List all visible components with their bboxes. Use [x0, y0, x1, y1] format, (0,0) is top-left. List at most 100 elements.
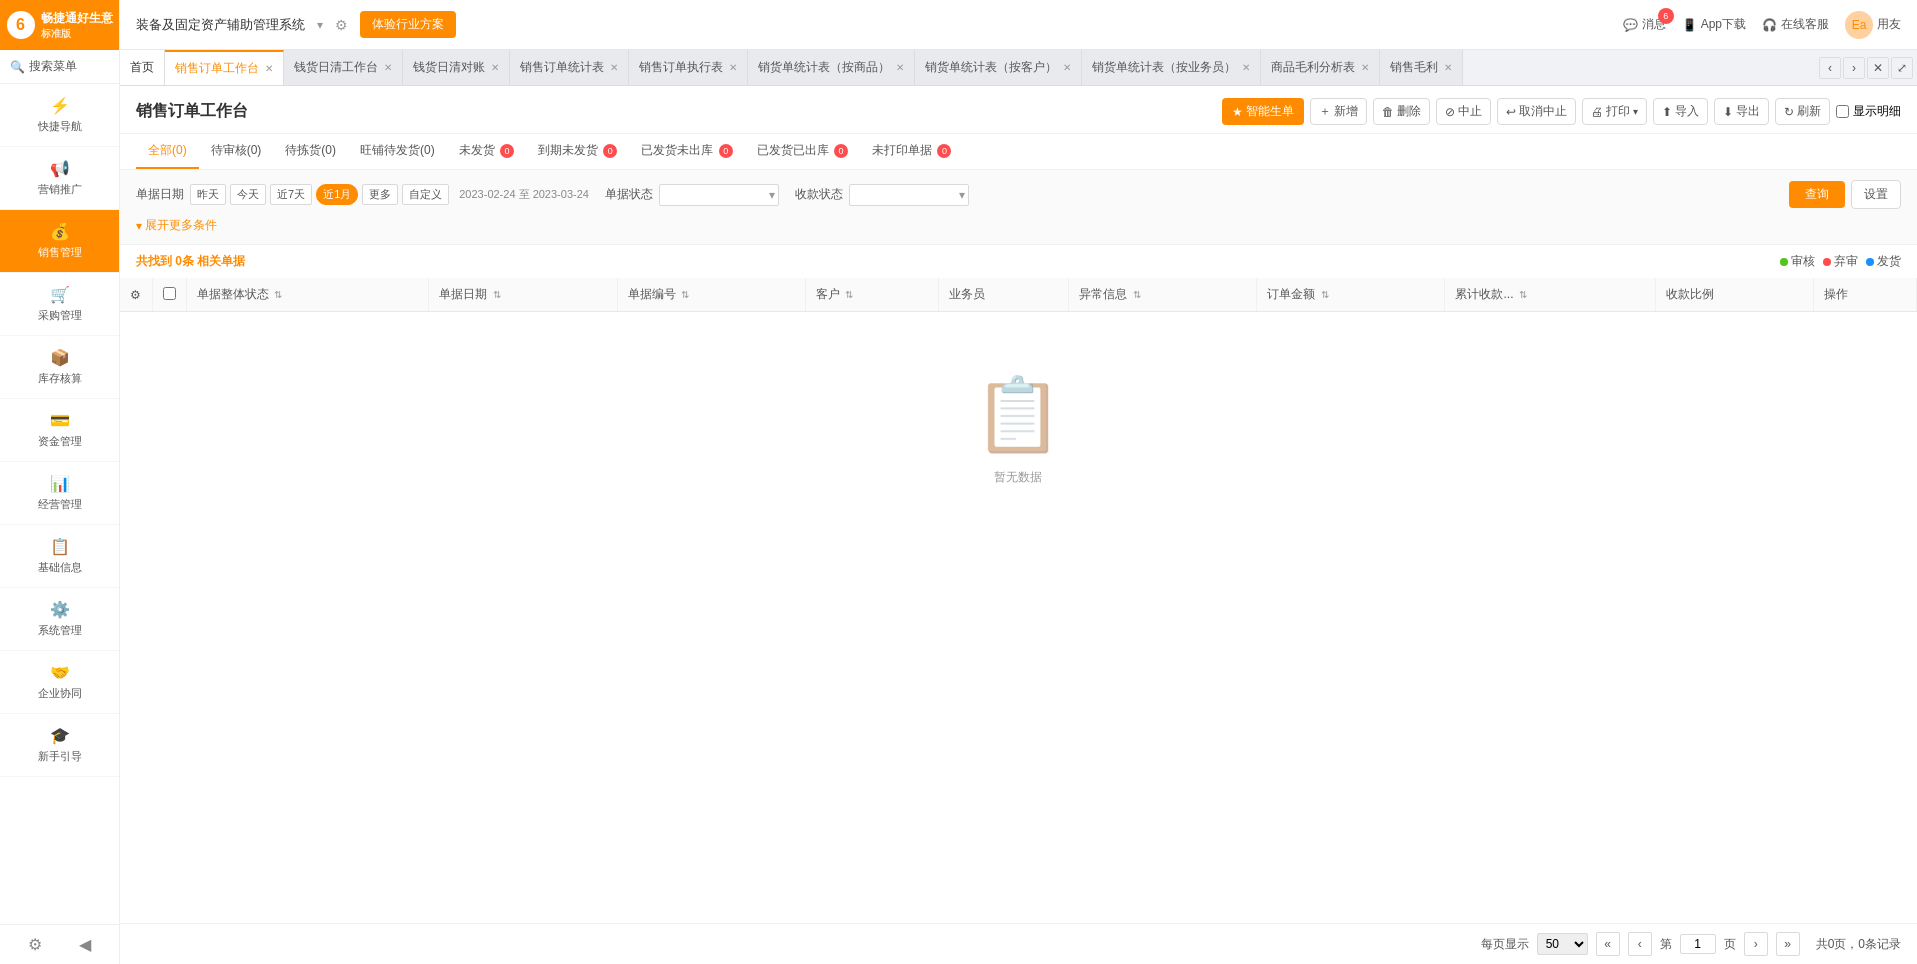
app-download-item[interactable]: 📱 App下载: [1682, 16, 1746, 33]
tab-sales-exec[interactable]: 销售订单执行表 ✕: [629, 50, 748, 86]
tab-cash-reconcile-close[interactable]: ✕: [491, 62, 499, 73]
tab-sales-stats-close[interactable]: ✕: [610, 62, 618, 73]
filter-tab-not-shipped[interactable]: 未发货 0: [447, 134, 526, 169]
sidebar-item-base[interactable]: 📋 基础信息: [0, 525, 119, 588]
topbar-settings-icon[interactable]: ⚙: [335, 17, 348, 33]
sidebar-item-marketing[interactable]: 📢 营销推广: [0, 147, 119, 210]
status-select-wrapper: [659, 184, 779, 206]
sidebar-item-purchase[interactable]: 🛒 采购管理: [0, 273, 119, 336]
tab-close-all[interactable]: ✕: [1867, 57, 1889, 79]
tab-sales-sum-customer-close[interactable]: ✕: [1063, 62, 1071, 73]
sidebar-item-system[interactable]: ⚙️ 系统管理: [0, 588, 119, 651]
sort-date-icon[interactable]: ⇅: [493, 289, 501, 300]
tab-sales-sum-staff-close[interactable]: ✕: [1242, 62, 1250, 73]
sort-abnormal-icon[interactable]: ⇅: [1133, 289, 1141, 300]
reject-action[interactable]: 弃审: [1823, 253, 1858, 270]
date-btn-yesterday[interactable]: 昨天: [190, 184, 226, 205]
sort-customer-icon[interactable]: ⇅: [845, 289, 853, 300]
tab-cash-daily[interactable]: 钱货日清工作台 ✕: [284, 50, 403, 86]
filter-tab-shipped-stored[interactable]: 已发货已出库 0: [745, 134, 860, 169]
sort-number-icon[interactable]: ⇅: [681, 289, 689, 300]
show-detail-checkbox[interactable]: [1836, 105, 1849, 118]
cancel-pause-button[interactable]: ↩ 取消中止: [1497, 98, 1576, 125]
first-page-button[interactable]: «: [1596, 932, 1620, 956]
sort-amount-icon[interactable]: ⇅: [1321, 289, 1329, 300]
tab-scroll-left[interactable]: ‹: [1819, 57, 1841, 79]
tab-product-margin-close[interactable]: ✕: [1361, 62, 1369, 73]
receipt-select[interactable]: [849, 184, 969, 206]
status-select[interactable]: [659, 184, 779, 206]
message-icon-item[interactable]: 💬 6 消息: [1623, 16, 1666, 33]
setting-button[interactable]: 设置: [1851, 180, 1901, 209]
sidebar-item-inventory[interactable]: 📦 库存核算: [0, 336, 119, 399]
filter-tab-not-printed[interactable]: 未打印单据 0: [860, 134, 963, 169]
sidebar-item-enterprise[interactable]: 🤝 企业协同: [0, 651, 119, 714]
tab-sales-sum-customer[interactable]: 销货单统计表（按客户） ✕: [915, 50, 1082, 86]
review-action[interactable]: 审核: [1780, 253, 1815, 270]
tab-sales-sum-product-close[interactable]: ✕: [896, 62, 904, 73]
sidebar-item-finance[interactable]: 💳 资金管理: [0, 399, 119, 462]
export-button[interactable]: ⬇ 导出: [1714, 98, 1769, 125]
page-input[interactable]: [1680, 934, 1716, 954]
expand-filter-button[interactable]: ▾ 展开更多条件: [136, 217, 1901, 234]
query-button[interactable]: 查询: [1789, 181, 1845, 208]
filter-tab-all[interactable]: 全部(0): [136, 134, 199, 169]
filter-tab-wangpu-ship[interactable]: 旺铺待发货(0): [348, 134, 447, 169]
ship-action[interactable]: 发货: [1866, 253, 1901, 270]
delete-button[interactable]: 🗑 删除: [1373, 98, 1430, 125]
tab-sales-more-close[interactable]: ✕: [1444, 62, 1452, 73]
next-page-button[interactable]: ›: [1744, 932, 1768, 956]
date-btn-1month[interactable]: 近1月: [316, 184, 358, 205]
tab-sales-workbench-close[interactable]: ✕: [265, 63, 273, 74]
tab-sales-exec-close[interactable]: ✕: [729, 62, 737, 73]
tab-product-margin[interactable]: 商品毛利分析表 ✕: [1261, 50, 1380, 86]
refresh-button[interactable]: ↻ 刷新: [1775, 98, 1830, 125]
col-settings[interactable]: ⚙: [120, 278, 152, 312]
filter-tab-pending-review-label: 待审核(0): [211, 143, 262, 157]
sidebar-item-search[interactable]: 🔍 搜索菜单: [0, 50, 119, 84]
industry-solution-button[interactable]: 体验行业方案: [360, 11, 456, 38]
filter-tab-pending-pickup[interactable]: 待拣货(0): [273, 134, 348, 169]
tab-sales-more[interactable]: 销售毛利 ✕: [1380, 50, 1463, 86]
tab-scroll-right[interactable]: ›: [1843, 57, 1865, 79]
sort-status-icon[interactable]: ⇅: [274, 289, 282, 300]
dropdown-icon[interactable]: ▾: [317, 18, 323, 32]
tab-sales-sum-staff[interactable]: 销货单统计表（按业务员） ✕: [1082, 50, 1261, 86]
tab-home[interactable]: 首页: [120, 50, 165, 86]
sidebar-settings-icon[interactable]: ⚙: [28, 935, 42, 954]
date-btn-custom[interactable]: 自定义: [402, 184, 449, 205]
import-button[interactable]: ⬆ 导入: [1653, 98, 1708, 125]
sidebar-collapse-icon[interactable]: ◀: [79, 935, 91, 954]
date-btn-more[interactable]: 更多: [362, 184, 398, 205]
filter-tab-shipped-not-stored[interactable]: 已发货未出库 0: [629, 134, 744, 169]
filter-receipt-item: 收款状态: [795, 184, 969, 206]
sidebar-item-sales[interactable]: 💰 销售管理: [0, 210, 119, 273]
tab-cash-reconcile[interactable]: 钱货日清对账 ✕: [403, 50, 510, 86]
print-button[interactable]: 🖨 打印 ▾: [1582, 98, 1647, 125]
sort-collected-icon[interactable]: ⇅: [1519, 289, 1527, 300]
tab-cash-daily-close[interactable]: ✕: [384, 62, 392, 73]
sidebar-item-guide[interactable]: 🎓 新手引导: [0, 714, 119, 777]
tab-sales-sum-product[interactable]: 销货单统计表（按商品） ✕: [748, 50, 915, 86]
tab-sales-workbench[interactable]: 销售订单工作台 ✕: [165, 50, 284, 86]
tab-maximize[interactable]: ⤢: [1891, 57, 1913, 79]
user-item[interactable]: Ea 用友: [1845, 11, 1901, 39]
sidebar-item-operation[interactable]: 📊 经营管理: [0, 462, 119, 525]
add-button[interactable]: ＋ 新增: [1310, 98, 1367, 125]
last-page-button[interactable]: »: [1776, 932, 1800, 956]
tab-sales-stats[interactable]: 销售订单统计表 ✕: [510, 50, 629, 86]
smart-create-button[interactable]: ★ 智能生单: [1222, 98, 1304, 125]
filter-tab-overdue-ship[interactable]: 到期未发货 0: [526, 134, 629, 169]
select-all-checkbox[interactable]: [163, 287, 176, 300]
online-service-item[interactable]: 🎧 在线客服: [1762, 16, 1829, 33]
show-detail-label[interactable]: 显示明细: [1836, 103, 1901, 120]
prev-page-button[interactable]: ‹: [1628, 932, 1652, 956]
col-checkbox[interactable]: [152, 278, 186, 312]
sidebar-item-quick[interactable]: ⚡ 快捷导航: [0, 84, 119, 147]
filter-tab-pending-review[interactable]: 待审核(0): [199, 134, 274, 169]
date-btn-today[interactable]: 今天: [230, 184, 266, 205]
per-page-select[interactable]: 50 20 100: [1537, 933, 1588, 955]
tab-sales-sum-customer-label: 销货单统计表（按客户）: [925, 59, 1057, 76]
pause-button[interactable]: ⊘ 中止: [1436, 98, 1491, 125]
date-btn-7days[interactable]: 近7天: [270, 184, 312, 205]
